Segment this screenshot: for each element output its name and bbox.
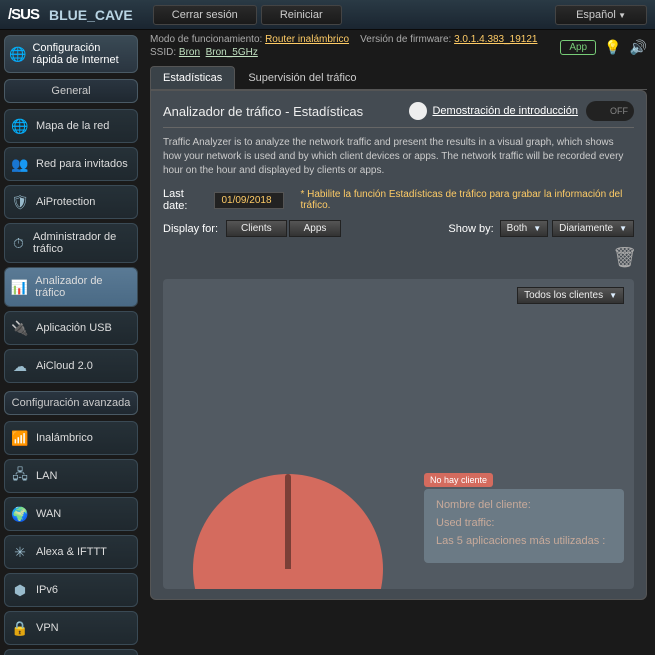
- show-by-select[interactable]: Both: [500, 220, 549, 237]
- language-select[interactable]: Español: [555, 5, 647, 25]
- display-for-label: Display for:: [163, 223, 218, 235]
- ssid-1-link[interactable]: Bron: [179, 47, 200, 58]
- sidebar-item-aiprotection[interactable]: 🛡 AiProtection: [4, 185, 138, 219]
- usb-icon: 🔌: [10, 319, 30, 337]
- top-bar: /SUS BLUE_CAVE Cerrar sesión Reiniciar E…: [0, 0, 655, 30]
- description-text: Traffic Analyzer is to analyze the netwo…: [163, 136, 634, 178]
- alexa-icon: ✳: [10, 543, 30, 561]
- sidebar-item-traffic-analyzer[interactable]: 📊 Analizador de tráfico: [4, 267, 138, 307]
- ssid-line: SSID: Bron Bron_5GHz: [150, 47, 538, 58]
- ssid-2-link[interactable]: Bron_5GHz: [206, 47, 258, 58]
- cloud-icon: ☁: [10, 357, 30, 375]
- apps-button[interactable]: Apps: [289, 220, 342, 237]
- nav-label: VPN: [36, 622, 59, 634]
- nav-label: Aplicación USB: [36, 322, 112, 334]
- brand-logo: /SUS: [8, 6, 39, 23]
- globe-icon: 🌐: [9, 45, 26, 63]
- sidebar-item-usb-app[interactable]: 🔌 Aplicación USB: [4, 311, 138, 345]
- led-icon[interactable]: 💡: [604, 39, 621, 56]
- period-select[interactable]: Diariamente: [552, 220, 634, 237]
- sidebar-item-lan[interactable]: 🖧 LAN: [4, 459, 138, 493]
- sidebar: 🌐 Configuración rápida de Internet Gener…: [0, 30, 142, 655]
- pie-chart: [193, 474, 383, 589]
- nav-label: Mapa de la red: [36, 120, 109, 132]
- sidebar-item-firewall[interactable]: 🔥Firewall: [4, 649, 138, 655]
- pie-slice: [285, 474, 291, 569]
- nav-label: Alexa & IFTTT: [36, 546, 107, 558]
- last-date-input[interactable]: [214, 192, 284, 209]
- logout-button[interactable]: Cerrar sesión: [153, 5, 257, 25]
- client-info-box: No hay cliente Nombre del cliente: Used …: [424, 489, 624, 563]
- nav-label: IPv6: [36, 584, 58, 596]
- show-by-label: Show by:: [448, 223, 493, 235]
- nav-label: AiProtection: [36, 196, 95, 208]
- trash-icon[interactable]: 🗑: [612, 245, 634, 271]
- demo-link[interactable]: Demostración de introducción: [409, 102, 578, 120]
- nav-label: AiCloud 2.0: [36, 360, 93, 372]
- sidebar-item-aicloud[interactable]: ☁ AiCloud 2.0: [4, 349, 138, 383]
- feature-toggle[interactable]: OFF: [586, 101, 634, 121]
- model-name: BLUE_CAVE: [49, 7, 133, 23]
- sidebar-item-wan[interactable]: 🌍 WAN: [4, 497, 138, 531]
- nav-label: Red para invitados: [36, 158, 128, 170]
- tabs: Estadísticas Supervisión del tráfico: [150, 66, 647, 90]
- ssid-label: SSID:: [150, 47, 176, 58]
- tab-traffic-monitor[interactable]: Supervisión del tráfico: [235, 66, 369, 89]
- tab-statistics[interactable]: Estadísticas: [150, 66, 235, 89]
- sidebar-item-vpn[interactable]: 🔒 VPN: [4, 611, 138, 645]
- stats-panel: Analizador de tráfico - Estadísticas Dem…: [150, 90, 647, 600]
- mode-value-link[interactable]: Router inalámbrico: [265, 34, 349, 45]
- no-client-badge: No hay cliente: [424, 473, 493, 487]
- chart-area: Todos los clientes No hay cliente Nombre…: [163, 279, 634, 589]
- mode-line: Modo de funcionamiento: Router inalámbri…: [150, 34, 538, 45]
- quick-setup-button[interactable]: 🌐 Configuración rápida de Internet: [4, 35, 138, 73]
- sidebar-item-alexa[interactable]: ✳ Alexa & IFTTT: [4, 535, 138, 569]
- main-content: Modo de funcionamiento: Router inalámbri…: [142, 30, 655, 655]
- wifi-icon: 📶: [10, 429, 30, 447]
- sidebar-item-guest-network[interactable]: 👥 Red para invitados: [4, 147, 138, 181]
- clients-button[interactable]: Clients: [226, 220, 287, 237]
- nav-label: Inalámbrico: [36, 432, 93, 444]
- ipv6-icon: ⬢: [10, 581, 30, 599]
- people-icon: 👥: [10, 155, 30, 173]
- sidebar-item-wireless[interactable]: 📶 Inalámbrico: [4, 421, 138, 455]
- reboot-button[interactable]: Reiniciar: [261, 5, 342, 25]
- nav-label: Administrador de tráfico: [33, 231, 132, 255]
- volume-icon[interactable]: 🔊: [630, 39, 647, 56]
- sidebar-item-network-map[interactable]: 🌐 Mapa de la red: [4, 109, 138, 143]
- chart-icon: 📊: [10, 278, 29, 296]
- sidebar-item-ipv6[interactable]: ⬢ IPv6: [4, 573, 138, 607]
- globe-icon: 🌐: [10, 117, 30, 135]
- nav-label: LAN: [36, 470, 57, 482]
- client-filter-select[interactable]: Todos los clientes: [517, 287, 624, 304]
- top5-apps-label: Las 5 aplicaciones más utilizadas :: [436, 535, 612, 547]
- gauge-icon: ⏱: [10, 234, 27, 252]
- panel-title: Analizador de tráfico - Estadísticas: [163, 104, 363, 119]
- wan-icon: 🌍: [10, 505, 30, 523]
- lan-icon: 🖧: [10, 467, 30, 485]
- sidebar-item-traffic-manager[interactable]: ⏱ Administrador de tráfico: [4, 223, 138, 263]
- client-name-label: Nombre del cliente:: [436, 499, 612, 511]
- fw-version-link[interactable]: 3.0.1.4.383_19121: [454, 34, 537, 45]
- nav-label: WAN: [36, 508, 61, 520]
- vpn-icon: 🔒: [10, 619, 30, 637]
- general-header: General: [4, 79, 138, 103]
- mode-label: Modo de funcionamiento:: [150, 34, 262, 45]
- quick-setup-label: Configuración rápida de Internet: [32, 42, 133, 66]
- nav-label: Analizador de tráfico: [35, 275, 132, 299]
- warning-text: * Habilite la función Estadísticas de tr…: [300, 189, 634, 211]
- last-date-label: Last date:: [163, 188, 208, 212]
- advanced-header: Configuración avanzada: [4, 391, 138, 415]
- shield-icon: 🛡: [10, 193, 30, 211]
- app-button[interactable]: App: [560, 40, 596, 55]
- used-traffic-label: Used traffic:: [436, 517, 612, 529]
- fw-label: Versión de firmware:: [360, 34, 451, 45]
